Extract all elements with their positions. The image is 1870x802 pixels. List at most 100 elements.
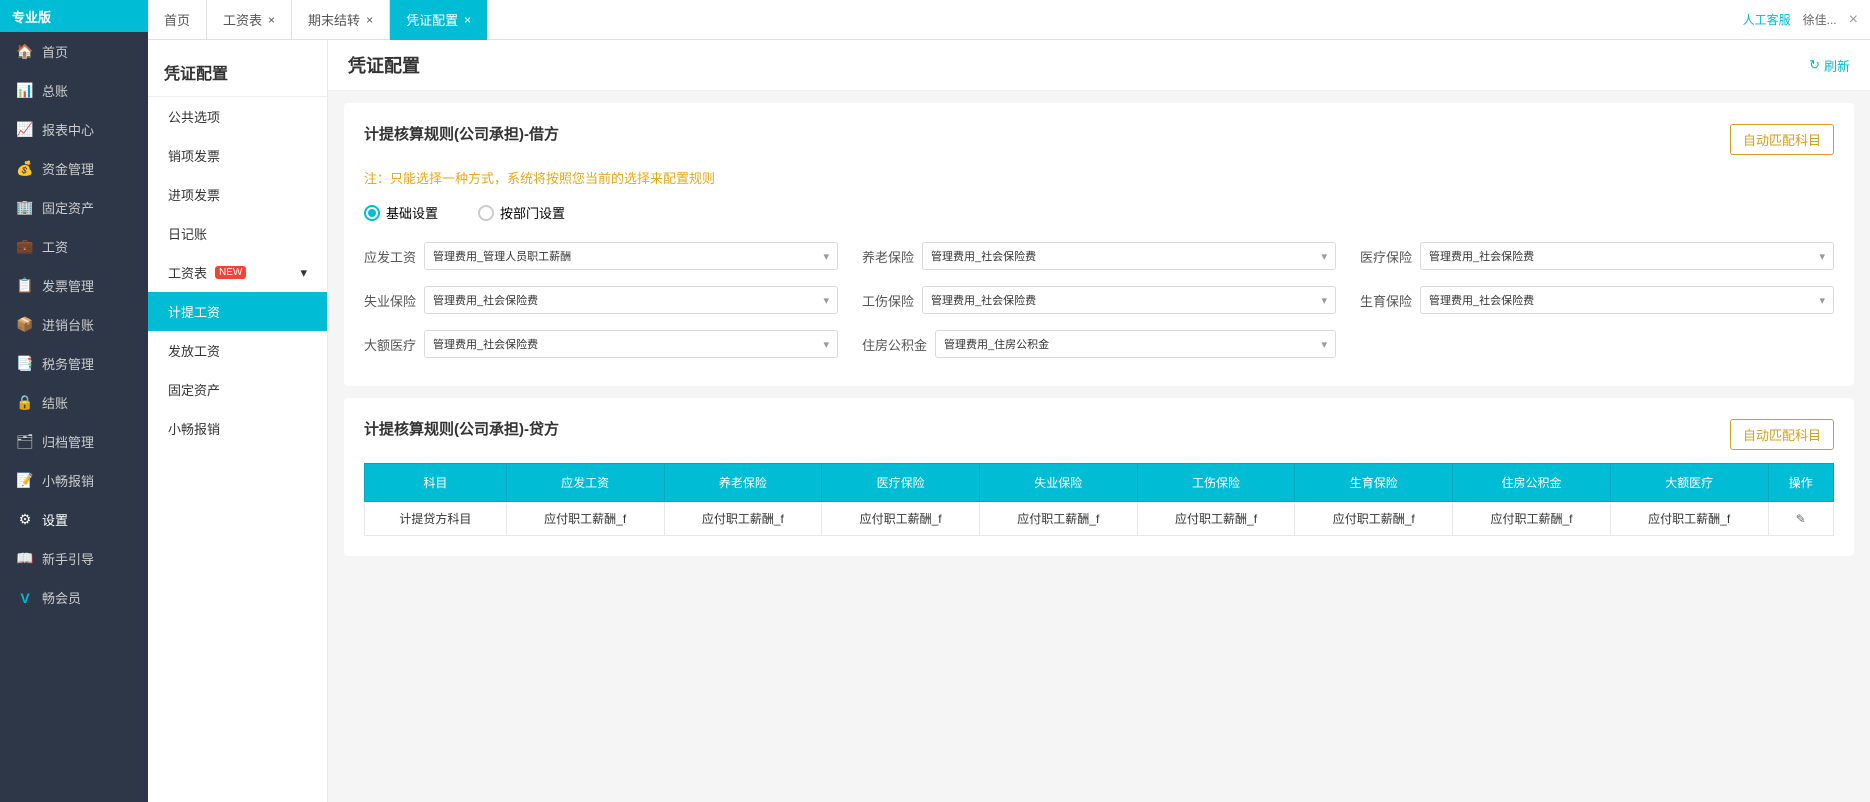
right-panel-title: 凭证配置: [348, 52, 420, 78]
field-unemployment-select[interactable]: 管理费用_社会保险费 ▾: [424, 286, 838, 314]
close-tab-salary-icon[interactable]: ×: [268, 13, 275, 27]
sidebar-item-label: 固定资产: [42, 198, 94, 217]
field-major-medical-select[interactable]: 管理费用_社会保险费 ▾: [424, 330, 838, 358]
sidebar-item-guide[interactable]: 📖 新手引导: [0, 539, 148, 578]
topbar-right: 人工客服 徐佳... ×: [1743, 11, 1870, 29]
nav-calc-salary[interactable]: 计提工资: [148, 292, 327, 331]
sidebar-item-label: 设置: [42, 510, 68, 529]
sidebar-item-settings[interactable]: ⚙ 设置: [0, 500, 148, 539]
sidebar-item-xiao-report[interactable]: 📝 小畅报销: [0, 461, 148, 500]
tax-icon: 📑: [16, 355, 34, 372]
row-housing-val: 应付职工薪酬_f: [1453, 502, 1611, 536]
invoice-icon: 📋: [16, 277, 34, 294]
tab-home[interactable]: 首页: [148, 0, 207, 40]
col-salary: 应发工资: [506, 464, 664, 502]
app-title: 专业版: [0, 0, 148, 32]
field-major-medical: 大额医疗 管理费用_社会保险费 ▾: [364, 330, 838, 358]
nav-credit-invoice[interactable]: 销项发票: [148, 136, 327, 175]
field-injury-select[interactable]: 管理费用_社会保险费 ▾: [922, 286, 1336, 314]
radio-dept-label: 按部门设置: [500, 203, 565, 222]
right-panel-header: 凭证配置 ↻ 刷新: [328, 40, 1870, 91]
nav-xiao-expense-label: 小畅报销: [168, 419, 220, 438]
sidebar-item-invoice[interactable]: 📋 发票管理: [0, 266, 148, 305]
close-window-icon[interactable]: ×: [1849, 11, 1858, 29]
refresh-button[interactable]: ↻ 刷新: [1809, 56, 1850, 75]
nav-xiao-expense[interactable]: 小畅报销: [148, 409, 327, 448]
field-pension-select[interactable]: 管理费用_社会保险费 ▾: [922, 242, 1336, 270]
vip-icon: V: [16, 590, 34, 606]
nav-salary-table-label: 工资表: [168, 263, 207, 282]
field-salary-select[interactable]: 管理费用_管理人员职工薪酬 ▾: [424, 242, 838, 270]
nav-journal[interactable]: 日记账: [148, 214, 327, 253]
row-medical-val: 应付职工薪酬_f: [822, 502, 980, 536]
row-pension-val: 应付职工薪酬_f: [664, 502, 822, 536]
sidebar-item-assets[interactable]: 🏢 固定资产: [0, 188, 148, 227]
settings-icon: ⚙: [16, 511, 34, 528]
tab-salary-table[interactable]: 工资表 ×: [207, 0, 292, 40]
credit-section-title: 计提核算规则(公司承担)-贷方: [364, 418, 559, 439]
nav-public-options[interactable]: 公共选项: [148, 97, 327, 136]
row-major-medical-val: 应付职工薪酬_f: [1610, 502, 1768, 536]
close-tab-period-icon[interactable]: ×: [366, 13, 373, 27]
field-injury-value: 管理费用_社会保险费: [931, 292, 1036, 308]
radio-basic[interactable]: 基础设置: [364, 203, 438, 222]
credit-auto-match-button[interactable]: 自动匹配科目: [1730, 419, 1834, 450]
expand-icon: ▾: [300, 265, 307, 281]
left-nav: 凭证配置 公共选项 销项发票 进项发票 日记账 工资表 NEW ▾: [148, 40, 328, 802]
sidebar-item-home[interactable]: 🏠 首页: [0, 32, 148, 71]
nav-fixed-assets[interactable]: 固定资产: [148, 370, 327, 409]
tab-period-close[interactable]: 期末结转 ×: [292, 0, 390, 40]
row-injury-val: 应付职工薪酬_f: [1137, 502, 1295, 536]
tab-voucher-config[interactable]: 凭证配置 ×: [390, 0, 488, 40]
credit-table: 科目 应发工资 养老保险 医疗保险 失业保险 工伤保险 生育保险 住房公积金 大…: [364, 463, 1834, 536]
sidebar-item-label: 税务管理: [42, 354, 94, 373]
tab-salary-table-label: 工资表: [223, 10, 262, 29]
row-action[interactable]: ✎: [1768, 502, 1833, 536]
sidebar-item-close[interactable]: 🔒 结账: [0, 383, 148, 422]
field-medical-select[interactable]: 管理费用_社会保险费 ▾: [1420, 242, 1834, 270]
close-tab-voucher-icon[interactable]: ×: [464, 13, 471, 27]
debit-section-title: 计提核算规则(公司承担)-借方: [364, 123, 559, 144]
field-medical-label: 医疗保险: [1360, 247, 1412, 266]
col-action: 操作: [1768, 464, 1833, 502]
sidebar-item-reports[interactable]: 📈 报表中心: [0, 110, 148, 149]
nav-debit-invoice-label: 进项发票: [168, 185, 220, 204]
field-maternity-select[interactable]: 管理费用_社会保险费 ▾: [1420, 286, 1834, 314]
sidebar-item-ledger[interactable]: 📊 总账: [0, 71, 148, 110]
debit-section: 计提核算规则(公司承担)-借方 自动匹配科目 注：只能选择一种方式，系统将按照您…: [344, 103, 1854, 386]
col-pension: 养老保险: [664, 464, 822, 502]
col-maternity: 生育保险: [1295, 464, 1453, 502]
field-housing-fund: 住房公积金 管理费用_住房公积金 ▾: [862, 330, 1336, 358]
credit-section-header: 计提核算规则(公司承担)-贷方 自动匹配科目: [364, 418, 1834, 451]
username: 徐佳...: [1803, 11, 1837, 28]
sidebar-item-funds[interactable]: 💰 资金管理: [0, 149, 148, 188]
row-subject: 计提贷方科目: [365, 502, 507, 536]
debit-auto-match-button[interactable]: 自动匹配科目: [1730, 124, 1834, 155]
nav-debit-invoice[interactable]: 进项发票: [148, 175, 327, 214]
sidebar-item-label: 工资: [42, 237, 68, 256]
sidebar-item-tax[interactable]: 📑 税务管理: [0, 344, 148, 383]
sidebar-item-label: 资金管理: [42, 159, 94, 178]
close-book-icon: 🔒: [16, 394, 34, 411]
sidebar-item-vip[interactable]: V 畅会员: [0, 578, 148, 617]
user-service[interactable]: 人工客服: [1743, 11, 1791, 28]
nav-pay-salary[interactable]: 发放工资: [148, 331, 327, 370]
sidebar: 专业版 🏠 首页 📊 总账 📈 报表中心 💰 资金管理 🏢 固定资产 💼 工资 …: [0, 0, 148, 802]
field-housing-fund-select[interactable]: 管理费用_住房公积金 ▾: [935, 330, 1336, 358]
nav-salary-table[interactable]: 工资表 NEW ▾: [148, 253, 327, 292]
guide-icon: 📖: [16, 550, 34, 567]
field-injury: 工伤保险 管理费用_社会保险费 ▾: [862, 286, 1336, 314]
sidebar-item-label: 进销台账: [42, 315, 94, 334]
tab-home-label: 首页: [164, 10, 190, 29]
radio-dept[interactable]: 按部门设置: [478, 203, 565, 222]
nav-pay-salary-label: 发放工资: [168, 341, 220, 360]
debit-notice: 注：只能选择一种方式，系统将按照您当前的选择来配置规则: [364, 168, 1834, 187]
sidebar-item-label: 首页: [42, 42, 68, 61]
sidebar-item-inventory[interactable]: 📦 进销台账: [0, 305, 148, 344]
content-area: 凭证配置 公共选项 销项发票 进项发票 日记账 工资表 NEW ▾: [148, 40, 1870, 802]
sidebar-item-archive[interactable]: 🗂 归档管理: [0, 422, 148, 461]
edit-row-icon[interactable]: ✎: [1796, 512, 1806, 526]
row-maternity-val: 应付职工薪酬_f: [1295, 502, 1453, 536]
chevron-down-icon: ▾: [1321, 338, 1327, 351]
sidebar-item-salary[interactable]: 💼 工资: [0, 227, 148, 266]
